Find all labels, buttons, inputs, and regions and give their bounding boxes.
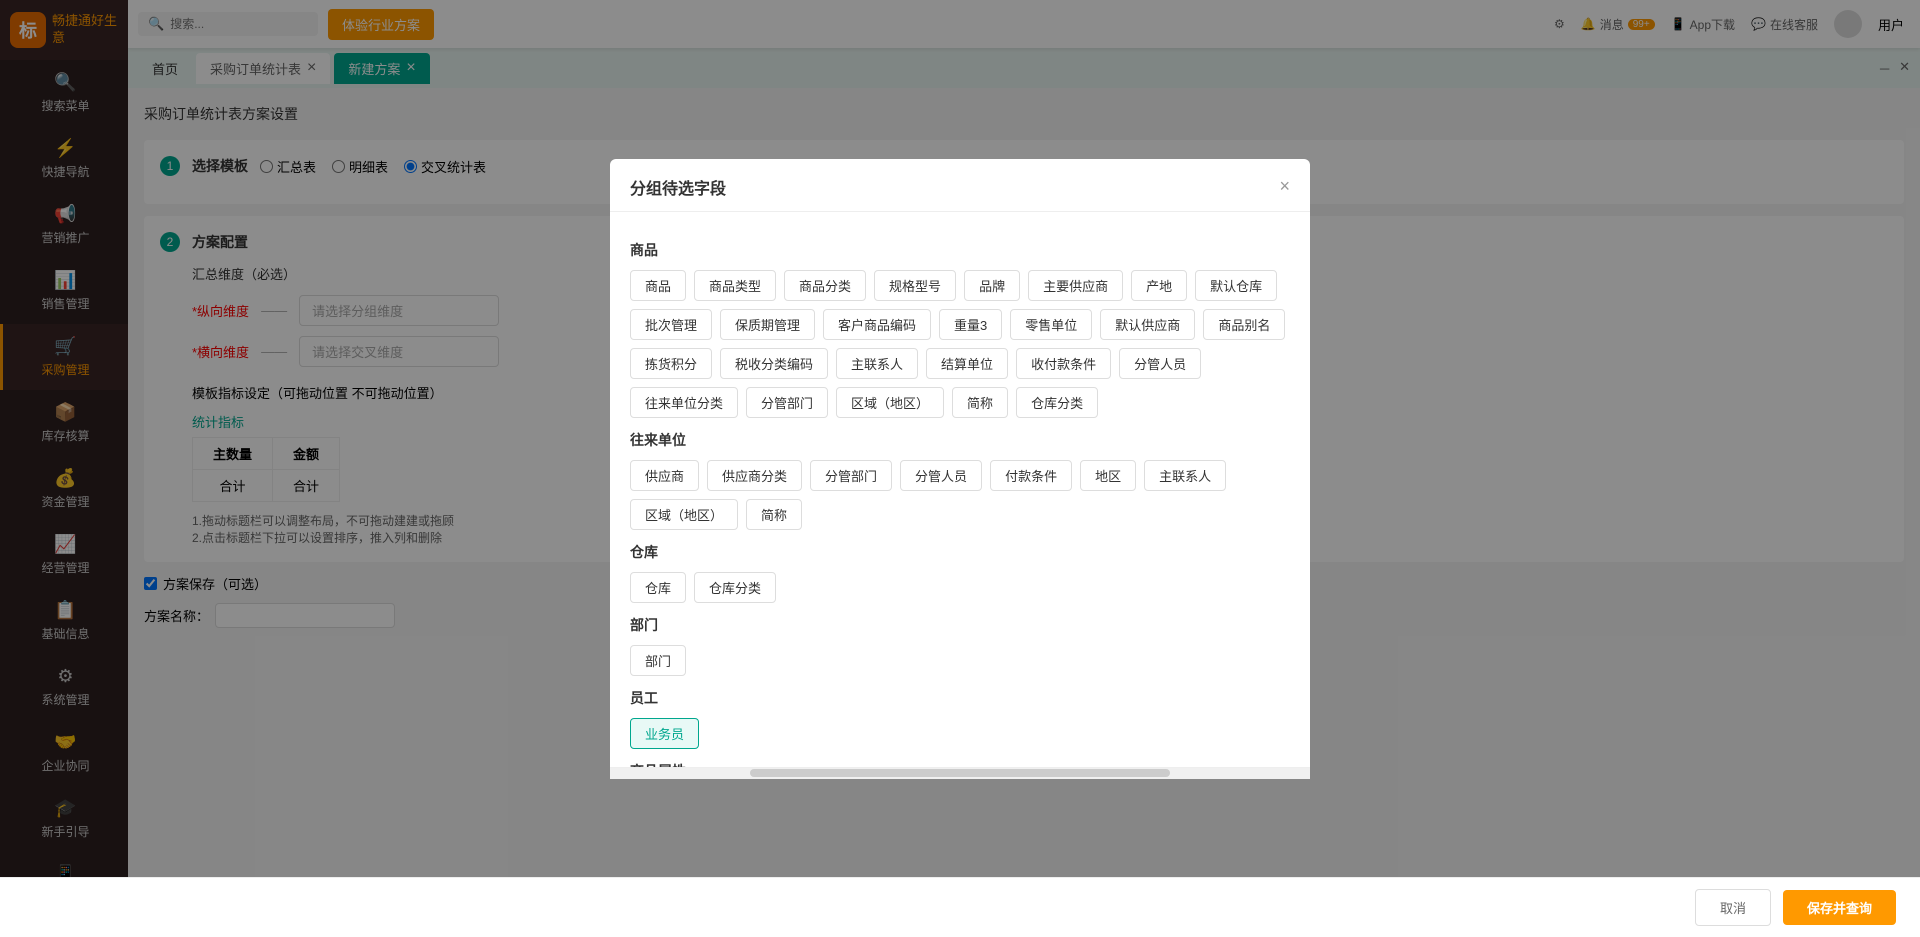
dialog-body: 商品商品商品类型商品分类规格型号品牌主要供应商产地默认仓库批次管理保质期管理客户… [610,212,1310,767]
field-tag-2-1[interactable]: 仓库分类 [694,572,776,603]
field-tag-0-20[interactable]: 分管人员 [1119,348,1201,379]
field-tag-1-8[interactable]: 简称 [746,499,802,530]
field-tag-2-0[interactable]: 仓库 [630,572,686,603]
field-tag-0-14[interactable]: 商品别名 [1203,309,1285,340]
dialog-header: 分组待选字段 × [610,159,1310,212]
field-tag-0-25[interactable]: 仓库分类 [1016,387,1098,418]
field-tag-4-0[interactable]: 业务员 [630,718,699,749]
field-tag-0-7[interactable]: 默认仓库 [1195,270,1277,301]
section-title-1: 往来单位 [630,430,1290,450]
overlay: 分组待选字段 × 商品商品商品类型商品分类规格型号品牌主要供应商产地默认仓库批次… [0,0,1920,937]
field-tag-0-17[interactable]: 主联系人 [836,348,918,379]
field-tag-0-11[interactable]: 重量3 [939,309,1002,340]
field-grid-1: 供应商供应商分类分管部门分管人员付款条件地区主联系人区域（地区） 简称 [630,460,1290,530]
field-tag-0-5[interactable]: 主要供应商 [1028,270,1123,301]
field-tag-1-6[interactable]: 主联系人 [1144,460,1226,491]
field-tag-1-2[interactable]: 分管部门 [810,460,892,491]
dialog-title: 分组待选字段 [630,175,726,199]
field-tag-0-23[interactable]: 区域（地区） [836,387,944,418]
field-tag-0-1[interactable]: 商品类型 [694,270,776,301]
field-grid-2: 仓库仓库分类 [630,572,1290,603]
field-tag-0-18[interactable]: 结算单位 [926,348,1008,379]
section-title-4: 员工 [630,688,1290,708]
field-tag-0-24[interactable]: 简称 [952,387,1008,418]
field-tag-0-8[interactable]: 批次管理 [630,309,712,340]
field-tag-0-6[interactable]: 产地 [1131,270,1187,301]
field-tag-1-1[interactable]: 供应商分类 [707,460,802,491]
section-title-2: 仓库 [630,542,1290,562]
dialog-close-btn[interactable]: × [1279,176,1290,197]
field-tag-1-0[interactable]: 供应商 [630,460,699,491]
field-tag-0-22[interactable]: 分管部门 [746,387,828,418]
cancel-button[interactable]: 取消 [1695,889,1771,926]
field-tag-1-7[interactable]: 区域（地区） [630,499,738,530]
field-tag-0-9[interactable]: 保质期管理 [720,309,815,340]
field-tag-1-4[interactable]: 付款条件 [990,460,1072,491]
section-title-3: 部门 [630,615,1290,635]
field-tag-0-13[interactable]: 默认供应商 [1100,309,1195,340]
field-tag-0-4[interactable]: 品牌 [964,270,1020,301]
field-tag-1-5[interactable]: 地区 [1080,460,1136,491]
field-grid-4: 业务员 [630,718,1290,749]
field-tag-0-15[interactable]: 拣货积分 [630,348,712,379]
section-title-0: 商品 [630,240,1290,260]
footer-bar: 取消 保存并查询 [0,877,1920,937]
field-tag-0-12[interactable]: 零售单位 [1010,309,1092,340]
field-tag-0-0[interactable]: 商品 [630,270,686,301]
field-grid-0: 商品商品类型商品分类规格型号品牌主要供应商产地默认仓库批次管理保质期管理客户商品… [630,270,1290,418]
field-tag-3-0[interactable]: 部门 [630,645,686,676]
field-tag-0-16[interactable]: 税收分类编码 [720,348,828,379]
dialog-scrollbar-bottom[interactable] [610,767,1310,779]
field-tag-0-21[interactable]: 往来单位分类 [630,387,738,418]
field-tag-0-19[interactable]: 收付款条件 [1016,348,1111,379]
save-button[interactable]: 保存并查询 [1783,890,1896,925]
field-tag-1-3[interactable]: 分管人员 [900,460,982,491]
field-tag-0-10[interactable]: 客户商品编码 [823,309,931,340]
dialog: 分组待选字段 × 商品商品商品类型商品分类规格型号品牌主要供应商产地默认仓库批次… [610,159,1310,779]
field-tag-0-3[interactable]: 规格型号 [874,270,956,301]
field-tag-0-2[interactable]: 商品分类 [784,270,866,301]
field-grid-3: 部门 [630,645,1290,676]
